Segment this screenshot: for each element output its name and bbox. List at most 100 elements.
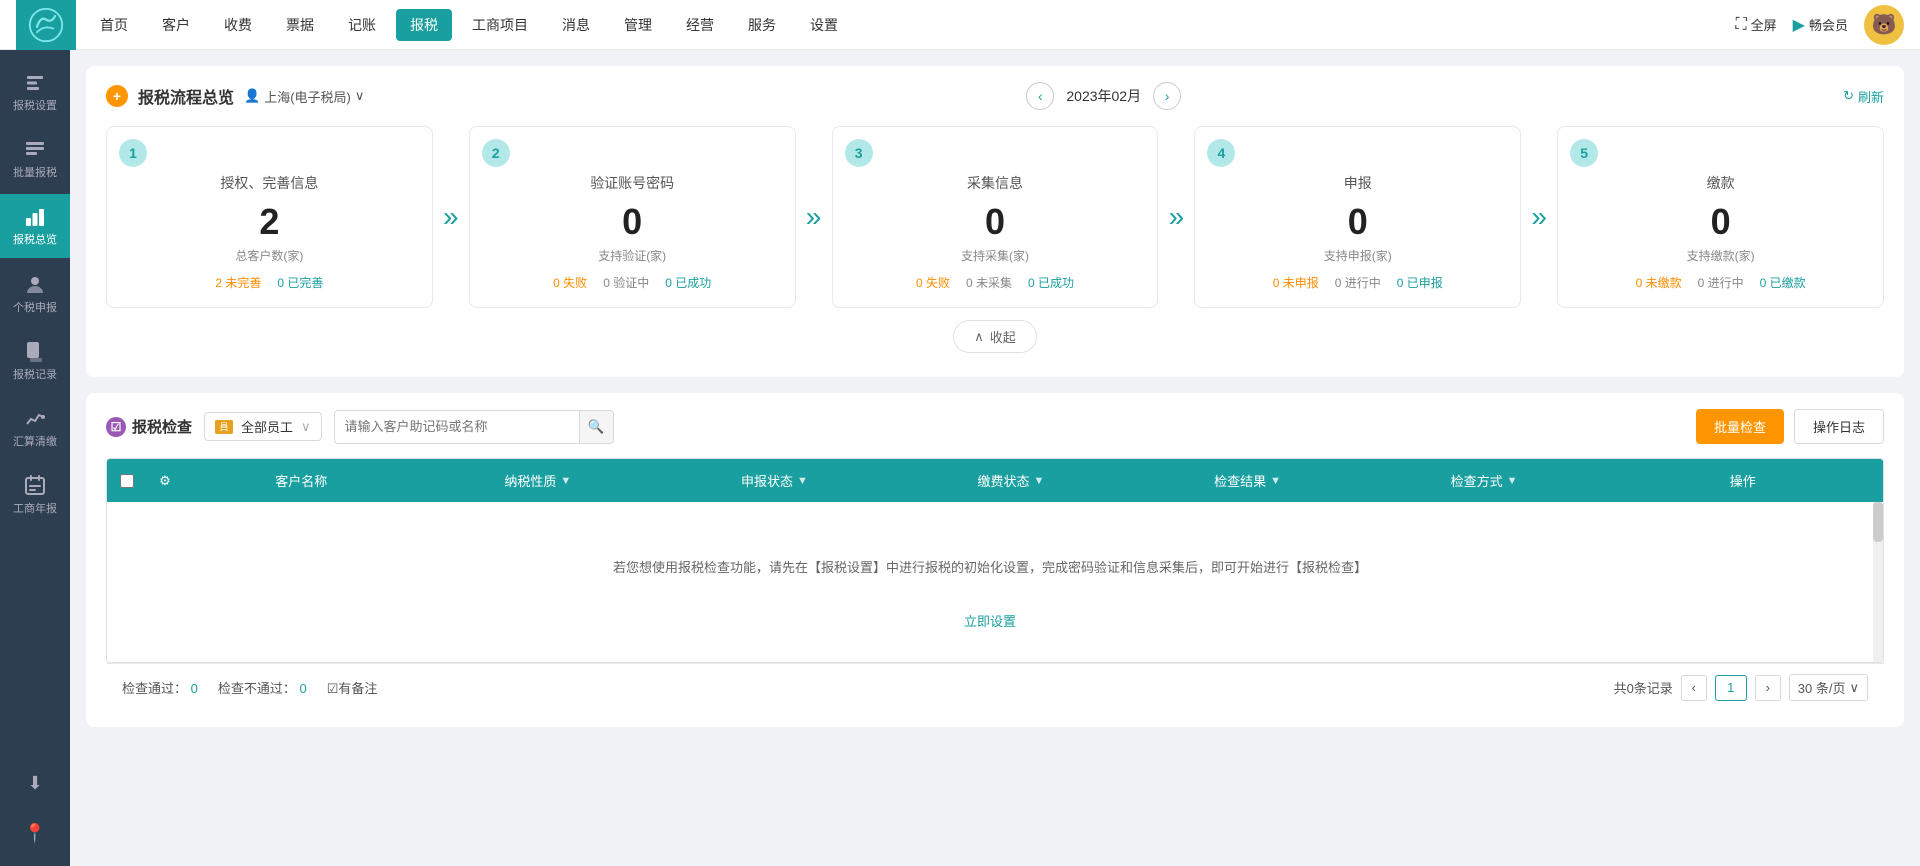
nav-ticket[interactable]: 票据 bbox=[272, 9, 328, 41]
table-footer: 检查通过： 0 检查不通过： 0 ☑有备注 共0条记录 ‹ 1 › 30 条/页 bbox=[106, 663, 1884, 711]
filter-icon[interactable]: ▼ bbox=[1034, 475, 1045, 487]
step-2-stats: 0 失败 0 验证中 0 已成功 bbox=[486, 274, 779, 291]
scrollbar-track[interactable] bbox=[1873, 502, 1883, 662]
step-1: 1 授权、完善信息 2 总客户数(家) 2 未完善 0 已完善 bbox=[106, 126, 433, 308]
filter-icon[interactable]: ▼ bbox=[797, 475, 808, 487]
sidebar-label: 批量报税 bbox=[13, 167, 57, 180]
nav-customer[interactable]: 客户 bbox=[148, 9, 204, 41]
top-nav: 首页 客户 收费 票据 记账 报税 工商项目 消息 管理 经营 服务 设置 ⛶ … bbox=[0, 0, 1920, 50]
step-3-stat-1: 0 未采集 bbox=[966, 274, 1012, 291]
current-date: 2023年02月 bbox=[1066, 86, 1141, 106]
prev-month-button[interactable]: ‹ bbox=[1026, 82, 1054, 110]
sidebar-item-location[interactable]: 📍 bbox=[0, 810, 70, 856]
next-month-button[interactable]: › bbox=[1153, 82, 1181, 110]
th-gear[interactable]: ⚙ bbox=[147, 459, 183, 502]
batch-check-button[interactable]: 批量检查 bbox=[1696, 409, 1784, 444]
search-input[interactable] bbox=[335, 413, 579, 440]
scrollbar-thumb[interactable] bbox=[1873, 502, 1883, 542]
personal-tax-icon bbox=[22, 272, 48, 298]
nav-settings[interactable]: 设置 bbox=[796, 9, 852, 41]
nav-home[interactable]: 首页 bbox=[86, 9, 142, 41]
th-checkbox[interactable] bbox=[107, 459, 147, 502]
nav-manage[interactable]: 管理 bbox=[610, 9, 666, 41]
nav-fee[interactable]: 收费 bbox=[210, 9, 266, 41]
step-4-title: 申报 bbox=[1211, 173, 1504, 193]
sidebar-item-tax-records[interactable]: 报税记录 bbox=[0, 329, 70, 392]
th-check-result: 检查结果 ▼ bbox=[1129, 459, 1366, 502]
sidebar-label: 工商年报 bbox=[13, 503, 57, 516]
step-3-stat-0: 0 失败 bbox=[916, 274, 950, 291]
sidebar-label: 个税申报 bbox=[13, 302, 57, 315]
step-5-stats: 0 未缴款 0 进行中 0 已缴款 bbox=[1574, 274, 1867, 291]
step-3-stat-2: 0 已成功 bbox=[1028, 274, 1074, 291]
nav-operation[interactable]: 经营 bbox=[672, 9, 728, 41]
tax-records-icon bbox=[22, 339, 48, 365]
main-nav: 首页 客户 收费 票据 记账 报税 工商项目 消息 管理 经营 服务 设置 bbox=[86, 9, 1735, 41]
check-pass-link[interactable]: 0 bbox=[191, 681, 198, 696]
filter-icon[interactable]: ▼ bbox=[1507, 475, 1518, 487]
check-fail-link[interactable]: 0 bbox=[300, 681, 307, 696]
refresh-button[interactable]: ↻ 刷新 bbox=[1843, 87, 1884, 106]
sidebar-bottom: ⬇ 📍 bbox=[0, 760, 70, 866]
table-body-wrapper: 若您想使用报税检查功能，请先在【报税设置】中进行报税的初始化设置，完成密码验证和… bbox=[107, 502, 1883, 662]
operation-log-button[interactable]: 操作日志 bbox=[1794, 409, 1884, 444]
location-selector[interactable]: 👤 上海(电子税局) ∨ bbox=[244, 87, 364, 106]
prev-page-button[interactable]: ‹ bbox=[1681, 675, 1707, 701]
step-5-count: 0 bbox=[1574, 201, 1867, 243]
step-4-subtitle: 支持申报(家) bbox=[1211, 247, 1504, 264]
filter-icon[interactable]: ▼ bbox=[1270, 475, 1281, 487]
step-4-stat-0: 0 未申报 bbox=[1273, 274, 1319, 291]
check-header: ☑ 报税检查 員 全部员工 ∨ 🔍 批量检查 操作日志 bbox=[106, 409, 1884, 444]
vip-button[interactable]: ▶ 畅会员 bbox=[1793, 15, 1848, 35]
per-page-select[interactable]: 30 条/页 ∨ bbox=[1789, 674, 1868, 701]
th-customer-name: 客户名称 bbox=[183, 459, 420, 502]
has-note-stat: ☑有备注 bbox=[327, 678, 378, 697]
arrow-2: » bbox=[796, 126, 832, 308]
check-table: ⚙ 客户名称 纳税性质 ▼ 申报状态 ▼ 缴费状态 ▼ bbox=[106, 458, 1884, 663]
nav-tax[interactable]: 报税 bbox=[396, 9, 452, 41]
step-3-number: 3 bbox=[845, 139, 873, 167]
collapse-row: ∧ 收起 bbox=[106, 308, 1884, 357]
next-page-button[interactable]: › bbox=[1755, 675, 1781, 701]
employee-icon: 員 bbox=[215, 420, 233, 434]
step-4-stat-2: 0 已申报 bbox=[1397, 274, 1443, 291]
step-2-count: 0 bbox=[486, 201, 779, 243]
nav-accounting[interactable]: 记账 bbox=[334, 9, 390, 41]
select-all-checkbox[interactable] bbox=[120, 474, 134, 488]
filter-icon[interactable]: ▼ bbox=[560, 475, 571, 487]
setup-link[interactable]: 立即设置 bbox=[964, 611, 1016, 640]
table-empty-state: 若您想使用报税检查功能，请先在【报税设置】中进行报税的初始化设置，完成密码验证和… bbox=[107, 502, 1883, 662]
tax-settings-icon bbox=[22, 70, 48, 96]
sidebar-item-annual-report[interactable]: 工商年报 bbox=[0, 463, 70, 526]
employee-select[interactable]: 員 全部员工 ∨ bbox=[204, 412, 322, 441]
sidebar-item-batch-tax[interactable]: 批量报税 bbox=[0, 127, 70, 190]
sidebar-item-overview[interactable]: 报税总览 bbox=[0, 194, 70, 257]
step-2-number: 2 bbox=[482, 139, 510, 167]
sidebar-item-download[interactable]: ⬇ bbox=[0, 760, 70, 806]
fullscreen-button[interactable]: ⛶ 全屏 bbox=[1735, 15, 1776, 34]
avatar[interactable]: 🐻 bbox=[1864, 5, 1904, 45]
step-1-count: 2 bbox=[123, 201, 416, 243]
check-fail-stat: 检查不通过： 0 bbox=[218, 678, 307, 697]
step-1-subtitle: 总客户数(家) bbox=[123, 247, 416, 264]
step-4-stats: 0 未申报 0 进行中 0 已申报 bbox=[1211, 274, 1504, 291]
sidebar-item-tax-settings[interactable]: 报税设置 bbox=[0, 60, 70, 123]
empty-message: 若您想使用报税检查功能，请先在【报税设置】中进行报税的初始化设置，完成密码验证和… bbox=[593, 525, 1387, 611]
arrow-3: » bbox=[1158, 126, 1194, 308]
step-2: 2 验证账号密码 0 支持验证(家) 0 失败 0 验证中 0 已成功 bbox=[469, 126, 796, 308]
sidebar-item-personal-tax[interactable]: 个税申报 bbox=[0, 262, 70, 325]
collapse-button[interactable]: ∧ 收起 bbox=[953, 320, 1037, 353]
nav-business[interactable]: 工商项目 bbox=[458, 9, 542, 41]
check-actions: 批量检查 操作日志 bbox=[1696, 409, 1884, 444]
sidebar-label: 汇算清缴 bbox=[13, 436, 57, 449]
nav-service[interactable]: 服务 bbox=[734, 9, 790, 41]
sidebar-item-settlement[interactable]: 汇算清缴 bbox=[0, 396, 70, 459]
check-pass-stat: 检查通过： 0 bbox=[122, 678, 198, 697]
step-3-count: 0 bbox=[849, 201, 1142, 243]
settlement-icon bbox=[22, 406, 48, 432]
step-4: 4 申报 0 支持申报(家) 0 未申报 0 进行中 0 已申报 bbox=[1194, 126, 1521, 308]
nav-message[interactable]: 消息 bbox=[548, 9, 604, 41]
step-3: 3 采集信息 0 支持采集(家) 0 失败 0 未采集 0 已成功 bbox=[832, 126, 1159, 308]
process-title: 报税流程总览 bbox=[138, 84, 234, 108]
search-button[interactable]: 🔍 bbox=[579, 411, 613, 443]
